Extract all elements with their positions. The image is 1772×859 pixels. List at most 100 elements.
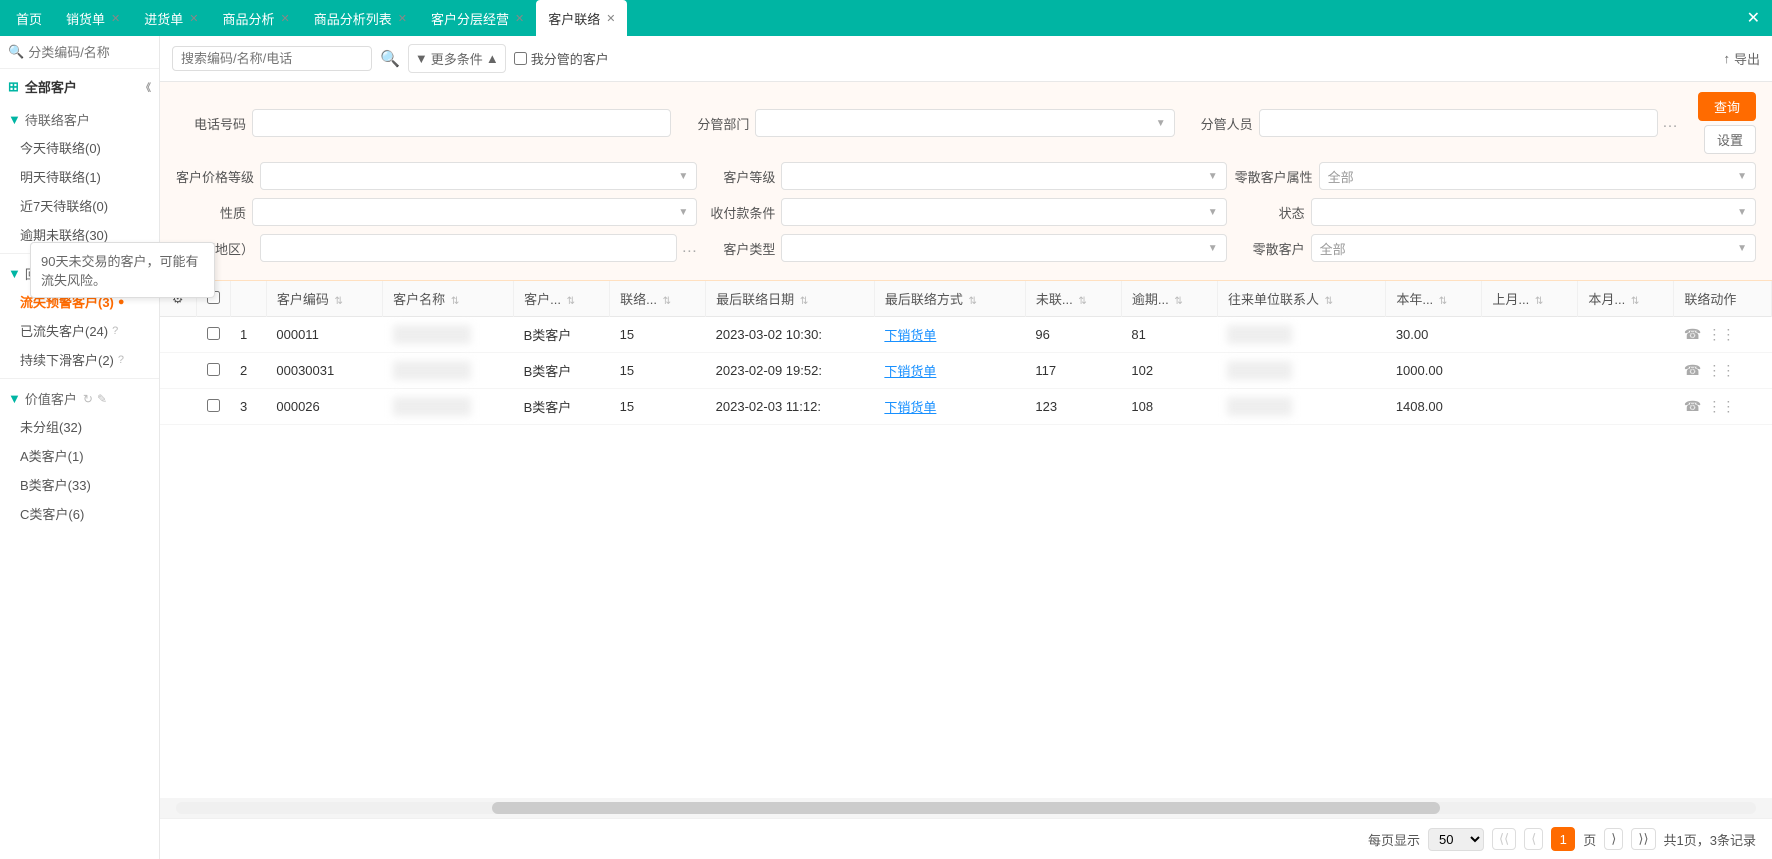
adv-field-manager: 分管人员 … xyxy=(1183,109,1678,137)
page-size-select[interactable]: 50 100 xyxy=(1428,828,1484,851)
search-button[interactable]: 🔍 xyxy=(380,49,400,69)
my-customers-checkbox-label[interactable]: 我分管的客户 xyxy=(514,49,609,68)
close-all-tabs-button[interactable]: ✕ xyxy=(1739,8,1768,28)
sort-icon-3: ⇅ xyxy=(567,296,575,307)
search-input[interactable] xyxy=(172,46,372,71)
this-month-column-header[interactable]: 本月... ⇅ xyxy=(1578,281,1674,317)
refresh-icon[interactable]: ↻ xyxy=(83,392,93,406)
tab-purchase-close[interactable]: ✕ xyxy=(189,12,198,25)
sidebar-search-input[interactable] xyxy=(28,45,160,60)
chevron-down-icon: ▼ xyxy=(1156,118,1166,129)
gender-select[interactable]: ▼ xyxy=(252,198,697,226)
next-page-button[interactable]: ⟩ xyxy=(1604,828,1623,850)
overdue-column-header[interactable]: 逾期... ⇅ xyxy=(1121,281,1217,317)
tab-analysis-close[interactable]: ✕ xyxy=(281,12,290,25)
price-level-select[interactable]: ▼ xyxy=(260,162,697,190)
customer-type-label: 客户类型 xyxy=(705,239,775,258)
tab-customer-contact[interactable]: 客户联络 ✕ xyxy=(536,0,627,36)
tab-customer-contact-close[interactable]: ✕ xyxy=(606,12,615,25)
first-page-button[interactable]: ⟨⟨ xyxy=(1492,828,1516,850)
contact-action-icon[interactable]: ☎ xyxy=(1684,398,1701,415)
tab-customer-segment[interactable]: 客户分层经营 ✕ xyxy=(419,0,536,36)
contact-action-icon[interactable]: ☎ xyxy=(1684,326,1701,343)
more-action-icon[interactable]: ⋮⋮ xyxy=(1707,398,1735,415)
phone-input[interactable] xyxy=(252,109,671,137)
sort-icon-6: ⇅ xyxy=(969,296,977,307)
more-action-icon[interactable]: ⋮⋮ xyxy=(1707,326,1735,343)
all-customers-header[interactable]: ⊞ 全部客户 《 xyxy=(0,69,159,104)
sort-icon-12: ⇅ xyxy=(1631,296,1639,307)
query-button[interactable]: 查询 xyxy=(1698,92,1756,121)
settings-button[interactable]: 设置 xyxy=(1704,125,1756,154)
sidebar-item-today[interactable]: 今天待联络(0) xyxy=(0,133,159,162)
contact-action-icon[interactable]: ☎ xyxy=(1684,362,1701,379)
content-area: 🔍 ▼ 更多条件 ▲ 我分管的客户 ↑ 导出 电话号码 xyxy=(160,36,1772,859)
last-contact-date-cell: 2023-02-09 19:52: xyxy=(706,353,875,389)
action-cell: ☎ ⋮⋮ xyxy=(1674,389,1772,425)
sidebar-item-class-c[interactable]: C类客户(6) xyxy=(0,499,159,528)
tab-sales-close[interactable]: ✕ xyxy=(111,12,120,25)
status-select[interactable]: ▼ xyxy=(1311,198,1756,226)
tab-analysis-table[interactable]: 商品分析列表 ✕ xyxy=(302,0,419,36)
sort-icon-5: ⇅ xyxy=(800,296,808,307)
last-contact-method-column-header[interactable]: 最后联络方式 ⇅ xyxy=(874,281,1025,317)
customer-level-select[interactable]: ▼ xyxy=(781,162,1226,190)
payment-label: 收付款条件 xyxy=(705,203,775,222)
payment-select[interactable]: ▼ xyxy=(781,198,1226,226)
more-icon[interactable]: … xyxy=(1662,114,1678,132)
last-contact-date-column-header[interactable]: 最后联络日期 ⇅ xyxy=(706,281,875,317)
this-year-column-header[interactable]: 本年... ⇅ xyxy=(1386,281,1482,317)
sidebar-item-tomorrow[interactable]: 明天待联络(1) xyxy=(0,162,159,191)
tab-sales[interactable]: 销货单 ✕ xyxy=(54,0,132,36)
dept-select[interactable]: ▼ xyxy=(755,109,1174,137)
manager-input[interactable] xyxy=(1259,109,1658,137)
zero-attr-label: 零散客户属性 xyxy=(1235,167,1313,186)
page-size-label: 每页显示 xyxy=(1368,830,1420,849)
overdue-cell: 81 xyxy=(1121,317,1217,353)
unit-contact-column-header[interactable]: 往来单位联系人 ⇅ xyxy=(1217,281,1385,317)
last-month-column-header[interactable]: 上月... ⇅ xyxy=(1482,281,1578,317)
last-page-button[interactable]: ⟩⟩ xyxy=(1631,828,1655,850)
region-input[interactable] xyxy=(260,234,677,262)
gear-cell xyxy=(160,353,196,389)
value-group-label[interactable]: ▼ 价值客户 ↻ ✎ xyxy=(0,383,159,412)
my-customers-checkbox[interactable] xyxy=(514,52,527,65)
main-layout: 🔍 ⊞ 全部客户 《 ▼ 待联络客户 今天待联络(0) 明天待联络(1) 近7天… xyxy=(0,36,1772,859)
more-action-icon[interactable]: ⋮⋮ xyxy=(1707,362,1735,379)
contact-column-header[interactable]: 联络... ⇅ xyxy=(610,281,706,317)
horizontal-scrollbar[interactable] xyxy=(176,802,1756,814)
pending-group-label[interactable]: ▼ 待联络客户 xyxy=(0,104,159,133)
sidebar-item-lost[interactable]: 已流失客户(24) ? xyxy=(0,316,159,345)
code-column-header[interactable]: 客户编码 ⇅ xyxy=(266,281,382,317)
tab-analysis-table-close[interactable]: ✕ xyxy=(398,12,407,25)
collapse-icon[interactable]: 《 xyxy=(141,79,151,94)
uncontacted-column-header[interactable]: 未联... ⇅ xyxy=(1025,281,1121,317)
sidebar-item-class-b[interactable]: B类客户(33) xyxy=(0,470,159,499)
tab-customer-segment-close[interactable]: ✕ xyxy=(515,12,524,25)
tab-purchase[interactable]: 进货单 ✕ xyxy=(132,0,210,36)
edit-icon[interactable]: ✎ xyxy=(97,392,107,406)
name-column-header[interactable]: 客户名称 ⇅ xyxy=(383,281,514,317)
prev-page-button[interactable]: ⟨ xyxy=(1524,828,1543,850)
lost-help-icon[interactable]: ? xyxy=(112,325,118,337)
type-column-header[interactable]: 客户... ⇅ xyxy=(514,281,610,317)
sort-icon-7: ⇅ xyxy=(1078,296,1086,307)
row-checkbox-2[interactable] xyxy=(207,399,220,412)
sidebar-item-unsegmented[interactable]: 未分组(32) xyxy=(0,412,159,441)
price-level-label: 客户价格等级 xyxy=(176,167,254,186)
zero-attr-select[interactable]: 全部 ▼ xyxy=(1319,162,1756,190)
zero-customer-select[interactable]: 全部 ▼ xyxy=(1311,234,1756,262)
tab-home[interactable]: 首页 xyxy=(4,0,54,36)
sidebar-item-class-a[interactable]: A类客户(1) xyxy=(0,441,159,470)
row-checkbox-0[interactable] xyxy=(207,327,220,340)
export-button[interactable]: ↑ 导出 xyxy=(1723,49,1760,68)
name-cell: 客户名称示例 xyxy=(383,353,514,389)
sidebar-item-declining[interactable]: 持续下滑客户(2) ? xyxy=(0,345,159,374)
sidebar-item-week[interactable]: 近7天待联络(0) xyxy=(0,191,159,220)
tab-analysis[interactable]: 商品分析 ✕ xyxy=(210,0,301,36)
row-checkbox-1[interactable] xyxy=(207,363,220,376)
region-more-icon[interactable]: … xyxy=(681,239,697,257)
more-conditions-button[interactable]: ▼ 更多条件 ▲ xyxy=(408,44,506,73)
customer-type-select[interactable]: ▼ xyxy=(781,234,1226,262)
declining-help-icon[interactable]: ? xyxy=(118,354,124,366)
